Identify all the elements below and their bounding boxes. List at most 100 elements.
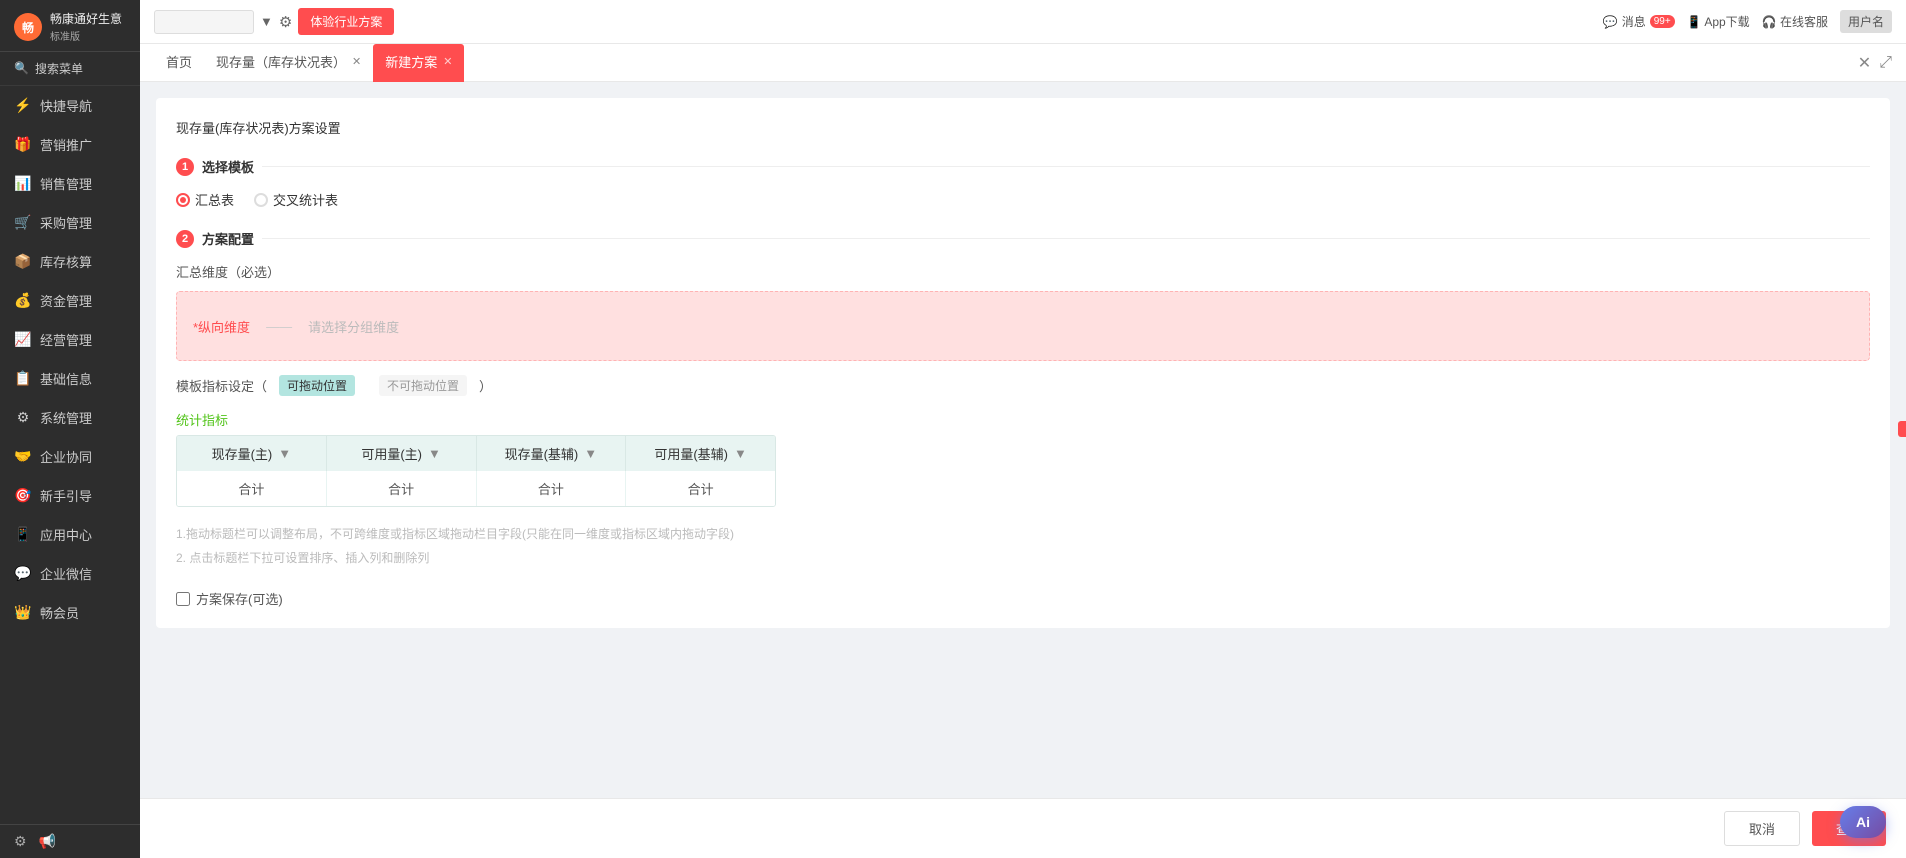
sidebar-item-basic-info[interactable]: 📋 基础信息 (0, 359, 140, 398)
panel-title: 现存量(库存状况表)方案设置 (176, 118, 1870, 137)
sidebar-item-label: 经营管理 (40, 330, 92, 349)
phone-icon: 📱 (1687, 15, 1702, 29)
radio-cross-label: 交叉统计表 (273, 190, 338, 209)
sidebar-item-label: 库存核算 (40, 252, 92, 271)
tab-inventory-close-icon[interactable]: ✕ (352, 55, 361, 68)
sidebar-item-label: 新手引导 (40, 486, 92, 505)
ai-bubble[interactable]: Ai (1840, 806, 1886, 838)
messages-badge: 99+ (1650, 15, 1675, 28)
sidebar-item-inventory[interactable]: 📦 库存核算 (0, 242, 140, 281)
sidebar-item-label: 销售管理 (40, 174, 92, 193)
sidebar-item-system[interactable]: ⚙ 系统管理 (0, 398, 140, 437)
stats-col-4-body: 合计 (626, 471, 775, 506)
sidebar-item-member[interactable]: 👑 畅会员 (0, 593, 140, 632)
sidebar-logo: 畅 畅康通好生意 标准版 (0, 0, 140, 52)
sidebar-item-label: 营销推广 (40, 135, 92, 154)
topbar: ▼ ⚙ 体验行业方案 💬 消息 99+ 📱 App下载 🎧 在线客服 用户名 (140, 0, 1906, 44)
col-2-dropdown-icon[interactable]: ▼ (428, 446, 441, 461)
stats-col-1-body: 合计 (177, 471, 327, 506)
stats-col-3-header[interactable]: 现存量(基辅) ▼ (477, 436, 627, 471)
step2-divider (262, 238, 1870, 239)
sidebar-item-wechat[interactable]: 💬 企业微信 (0, 554, 140, 593)
sidebar-item-label: 资金管理 (40, 291, 92, 310)
col-3-dropdown-icon[interactable]: ▼ (584, 446, 597, 461)
indicator-settings-label: 模板指标设定（ (176, 376, 267, 395)
quick-nav-icon: ⚡ (14, 96, 32, 114)
app-download[interactable]: 📱 App下载 (1687, 13, 1750, 30)
speaker-footer-icon[interactable]: 📢 (39, 833, 56, 850)
dim-required-text: *纵向维度 (193, 317, 250, 336)
topbar-search-input[interactable] (154, 10, 254, 34)
sidebar-item-sales[interactable]: 📊 销售管理 (0, 164, 140, 203)
stats-col-1-header[interactable]: 现存量(主) ▼ (177, 436, 327, 471)
topbar-left: ▼ ⚙ 体验行业方案 (154, 8, 1595, 35)
wechat-icon: 💬 (14, 564, 32, 582)
step2-header: 2 方案配置 (176, 229, 1870, 248)
sidebar-item-quick-nav[interactable]: ⚡ 快捷导航 (0, 86, 140, 125)
search-label: 搜索菜单 (35, 60, 83, 77)
tab-inventory-status[interactable]: 现存量（库存状况表） ✕ (204, 44, 373, 82)
sidebar-item-label: 畅会员 (40, 603, 79, 622)
dim-placeholder-text: 请选择分组维度 (308, 317, 399, 336)
indicator-draggable-badge: 可拖动位置 (279, 375, 355, 396)
indicator-settings: 模板指标设定（ 可拖动位置 不可拖动位置 ） (176, 375, 1870, 396)
tab-inventory-label: 现存量（库存状况表） (216, 52, 346, 71)
sidebar: 畅 畅康通好生意 标准版 🔍 搜索菜单 ⚡ 快捷导航 🎁 营销推广 📊 销售管理… (0, 0, 140, 858)
right-edge-tab[interactable] (1898, 421, 1906, 437)
tab-home[interactable]: 首页 (154, 44, 204, 82)
dimension-config-label: 汇总维度（必选） (176, 262, 1870, 281)
stats-col-1-sub: 合计 (238, 479, 264, 498)
step2-badge: 2 (176, 230, 194, 248)
sidebar-item-purchase[interactable]: 🛒 采购管理 (0, 203, 140, 242)
stats-col-4-label: 可用量(基辅) (654, 444, 728, 463)
inventory-icon: 📦 (14, 252, 32, 270)
sidebar-item-cooperation[interactable]: 🤝 企业协同 (0, 437, 140, 476)
user-avatar[interactable]: 用户名 (1840, 10, 1892, 33)
close-all-button[interactable]: ✕ (1858, 53, 1871, 73)
stats-col-4-header[interactable]: 可用量(基辅) ▼ (626, 436, 775, 471)
step2-label: 方案配置 (202, 229, 254, 248)
dimension-area[interactable]: *纵向维度 —— 请选择分组维度 (176, 291, 1870, 361)
save-option-label: 方案保存(可选) (196, 589, 283, 608)
tabbar: 首页 现存量（库存状况表） ✕ 新建方案 ✕ ✕ ⤢ (140, 44, 1906, 82)
sidebar-item-finance[interactable]: 💰 资金管理 (0, 281, 140, 320)
radio-cross[interactable]: 交叉统计表 (254, 190, 338, 209)
col-4-dropdown-icon[interactable]: ▼ (734, 446, 747, 461)
app-download-label: App下载 (1704, 15, 1749, 29)
stats-section: 统计指标 现存量(主) ▼ 可用量(主) ▼ (176, 410, 1870, 510)
app-center-icon: 📱 (14, 525, 32, 543)
topbar-dropdown-button[interactable]: ▼ (260, 14, 273, 29)
sidebar-item-onboarding[interactable]: 🎯 新手引导 (0, 476, 140, 515)
app-logo-icon: 畅 (14, 13, 42, 41)
sidebar-item-marketing[interactable]: 🎁 营销推广 (0, 125, 140, 164)
stats-col-2-label: 可用量(主) (361, 444, 422, 463)
stats-col-3-sub: 合计 (538, 479, 564, 498)
col-1-dropdown-icon[interactable]: ▼ (278, 446, 291, 461)
online-service[interactable]: 🎧 在线客服 (1762, 13, 1828, 30)
message-icon: 💬 (1603, 15, 1618, 29)
sidebar-item-operations[interactable]: 📈 经营管理 (0, 320, 140, 359)
onboarding-icon: 🎯 (14, 486, 32, 504)
topbar-gear-icon[interactable]: ⚙ (279, 13, 292, 31)
sidebar-footer: ⚙ 📢 (0, 824, 140, 858)
save-option: 方案保存(可选) (176, 589, 1870, 608)
cancel-button[interactable]: 取消 (1724, 811, 1800, 846)
radio-summary-dot (176, 193, 190, 207)
sidebar-nav: ⚡ 快捷导航 🎁 营销推广 📊 销售管理 🛒 采购管理 📦 库存核算 💰 资金管… (0, 86, 140, 824)
stats-table-body: 合计 合计 合计 合计 (177, 471, 775, 506)
sidebar-search[interactable]: 🔍 搜索菜单 (0, 52, 140, 86)
step1-divider (262, 166, 1870, 167)
topbar-messages[interactable]: 💬 消息 99+ (1603, 13, 1675, 30)
tab-new-scheme[interactable]: 新建方案 ✕ (373, 44, 464, 82)
tab-new-scheme-close-icon[interactable]: ✕ (443, 55, 452, 68)
industry-btn[interactable]: 体验行业方案 (298, 8, 394, 35)
stats-col-2-header[interactable]: 可用量(主) ▼ (327, 436, 477, 471)
sidebar-item-label: 基础信息 (40, 369, 92, 388)
sidebar-item-label: 快捷导航 (40, 96, 92, 115)
expand-button[interactable]: ⤢ (1879, 53, 1892, 73)
headset-icon: 🎧 (1762, 15, 1777, 29)
radio-summary[interactable]: 汇总表 (176, 190, 234, 209)
settings-footer-icon[interactable]: ⚙ (14, 833, 27, 850)
save-checkbox[interactable] (176, 592, 190, 606)
sidebar-item-app-center[interactable]: 📱 应用中心 (0, 515, 140, 554)
